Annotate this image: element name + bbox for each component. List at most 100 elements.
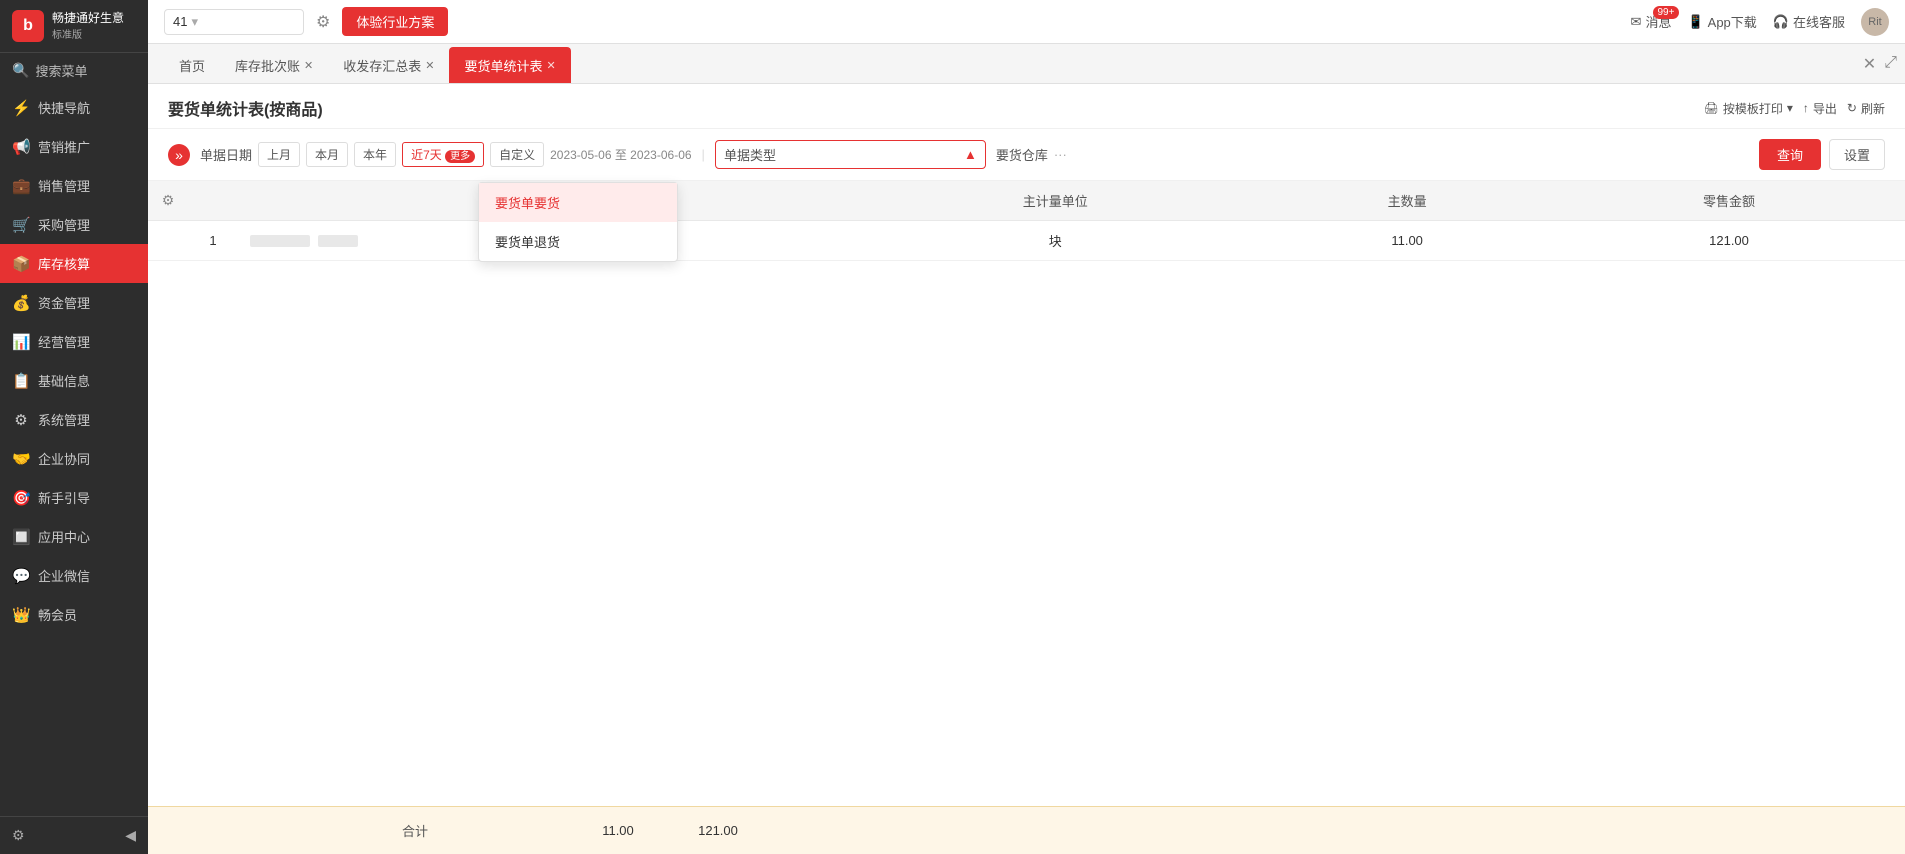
- store-selector[interactable]: 41 ▾: [164, 9, 304, 35]
- sidebar-item-label: 系统管理: [38, 410, 90, 429]
- tab-close-icon[interactable]: ✕: [304, 59, 313, 72]
- row-amount-cell: 121.00: [1553, 221, 1905, 261]
- sales-icon: 💼: [12, 177, 30, 195]
- page-header: 要货单统计表(按商品) 🖨 按模板打印 ▾ ↑ 导出 ↻ 刷新: [148, 84, 1905, 129]
- refresh-icon: ↻: [1847, 101, 1857, 115]
- sidebar-item-label: 营销推广: [38, 137, 90, 156]
- sidebar-item-enterprise[interactable]: 🤝 企业协同: [0, 439, 148, 478]
- online-service-button[interactable]: 🎧 在线客服: [1773, 12, 1845, 31]
- data-table: ⚙ 商品 主计量单位 主数量 零售金额 1: [148, 181, 1905, 261]
- query-button[interactable]: 查询: [1759, 139, 1821, 170]
- date-filter-label: 单据日期: [200, 145, 252, 164]
- row-index-cell: 1: [188, 221, 238, 261]
- table-footer: 合计 11.00 121.00: [148, 806, 1905, 854]
- type-select-arrow[interactable]: ▲: [964, 147, 977, 162]
- current-month-btn[interactable]: 本月: [306, 142, 348, 167]
- page-title: 要货单统计表(按商品): [168, 96, 323, 120]
- topbar: 41 ▾ ⚙ 体验行业方案 ✉ 消息 99+ 📱 App下载 🎧 在线客服: [148, 0, 1905, 44]
- sidebar-item-app-center[interactable]: 🔲 应用中心: [0, 517, 148, 556]
- sidebar-bottom: ⚙ ◀: [0, 816, 148, 854]
- phone-icon: 📱: [1687, 14, 1703, 30]
- tab-home[interactable]: 首页: [164, 47, 220, 83]
- sidebar-item-wechat-biz[interactable]: 💬 企业微信: [0, 556, 148, 595]
- row-unit-cell: 块: [849, 221, 1261, 261]
- dropdown-item-order-return[interactable]: 要货单退货: [479, 222, 677, 261]
- type-select-group: 单据类型 ▲: [715, 140, 986, 169]
- product-code-placeholder: [318, 235, 358, 247]
- date-range-text: 2023-05-06 至 2023-06-06: [550, 146, 691, 163]
- refresh-button[interactable]: ↻ 刷新: [1847, 100, 1885, 117]
- print-button[interactable]: 🖨 按模板打印 ▾: [1704, 100, 1793, 117]
- print-icon: 🖨: [1704, 101, 1719, 115]
- footer-amount-value: 121.00: [668, 819, 768, 842]
- more-badge: 更多: [445, 150, 475, 163]
- marketing-icon: 📢: [12, 138, 30, 156]
- sidebar-item-label: 应用中心: [38, 527, 90, 546]
- settings-button[interactable]: ⚙: [12, 827, 25, 844]
- date-filter-group: 单据日期 上月 本月 本年 近7天 更多 自定义 2023-05-06 至 20…: [200, 142, 692, 167]
- footer-label-cell: [148, 827, 198, 835]
- sidebar-item-base-info[interactable]: 📋 基础信息: [0, 361, 148, 400]
- sidebar-item-label: 库存核算: [38, 254, 90, 273]
- sidebar-item-quick-nav[interactable]: ⚡ 快捷导航: [0, 88, 148, 127]
- sidebar-item-inventory[interactable]: 📦 库存核算: [0, 244, 148, 283]
- current-year-btn[interactable]: 本年: [354, 142, 396, 167]
- column-settings-icon[interactable]: ⚙: [162, 192, 175, 208]
- sidebar-item-label: 基础信息: [38, 371, 90, 390]
- custom-date-btn[interactable]: 自定义: [490, 142, 544, 167]
- app-name: 畅捷通好生意: [52, 11, 124, 27]
- main-area: 41 ▾ ⚙ 体验行业方案 ✉ 消息 99+ 📱 App下载 🎧 在线客服: [148, 0, 1905, 854]
- topbar-left: 41 ▾ ⚙ 体验行业方案: [164, 7, 448, 36]
- tab-close-icon[interactable]: ✕: [425, 59, 434, 72]
- export-label: 导出: [1813, 100, 1837, 117]
- messages-button[interactable]: ✉ 消息 99+: [1631, 12, 1672, 31]
- dropdown-item-order-goods[interactable]: 要货单要货: [479, 183, 677, 222]
- filter-expand-button[interactable]: »: [168, 144, 190, 166]
- table-row: 1 块 11.00 121.00: [148, 221, 1905, 261]
- messages-badge: 99+: [1653, 6, 1680, 19]
- avatar-text: Rit: [1868, 16, 1881, 28]
- user-avatar-area[interactable]: Rit: [1861, 8, 1889, 36]
- col-header-settings: ⚙: [148, 181, 188, 221]
- sidebar: b 畅捷通好生意 标准版 🔍 搜索菜单 ⚡ 快捷导航 📢 营销推广 💼 销售管理…: [0, 0, 148, 854]
- sidebar-item-operations[interactable]: 📊 经营管理: [0, 322, 148, 361]
- sidebar-item-sales[interactable]: 💼 销售管理: [0, 166, 148, 205]
- topbar-right: ✉ 消息 99+ 📱 App下载 🎧 在线客服 Rit: [1631, 8, 1889, 36]
- prev-month-btn[interactable]: 上月: [258, 142, 300, 167]
- app-center-icon: 🔲: [12, 528, 30, 546]
- sidebar-item-marketing[interactable]: 📢 营销推广: [0, 127, 148, 166]
- operations-icon: 📊: [12, 333, 30, 351]
- guide-icon: 🎯: [12, 489, 30, 507]
- col-header-quantity: 主数量: [1261, 181, 1553, 221]
- export-button[interactable]: ↑ 导出: [1803, 100, 1837, 117]
- app-download-button[interactable]: 📱 App下载: [1687, 12, 1756, 31]
- warehouse-dots[interactable]: ···: [1054, 147, 1067, 162]
- type-select-input[interactable]: [782, 147, 958, 162]
- sidebar-item-finance[interactable]: 💰 资金管理: [0, 283, 148, 322]
- sidebar-nav: ⚡ 快捷导航 📢 营销推广 💼 销售管理 🛒 采购管理 📦 库存核算 💰 资金管…: [0, 88, 148, 816]
- trial-button[interactable]: 体验行业方案: [342, 7, 448, 36]
- system-icon: ⚙: [12, 411, 30, 429]
- inventory-icon: 📦: [12, 255, 30, 273]
- store-name: 41: [173, 14, 187, 29]
- collapse-button[interactable]: ◀: [125, 827, 136, 844]
- tab-close-icon[interactable]: ✕: [547, 59, 556, 72]
- tab-receive-summary[interactable]: 收发存汇总表 ✕: [328, 47, 449, 83]
- page-content: 要货单统计表(按商品) 🖨 按模板打印 ▾ ↑ 导出 ↻ 刷新 »: [148, 84, 1905, 854]
- message-icon: ✉: [1631, 14, 1642, 30]
- logo-area: b 畅捷通好生意 标准版: [0, 0, 148, 53]
- sidebar-item-system[interactable]: ⚙ 系统管理: [0, 400, 148, 439]
- search-menu[interactable]: 🔍 搜索菜单: [0, 53, 148, 88]
- sidebar-item-guide[interactable]: 🎯 新手引导: [0, 478, 148, 517]
- expand-window-icon[interactable]: ⤢: [1884, 54, 1897, 74]
- close-window-icon[interactable]: ✕: [1863, 54, 1876, 74]
- topbar-gear-icon[interactable]: ⚙: [316, 12, 330, 32]
- settings-button[interactable]: 设置: [1829, 139, 1885, 170]
- tab-order-stats[interactable]: 要货单统计表 ✕: [449, 47, 570, 83]
- wechat-biz-icon: 💬: [12, 567, 30, 585]
- tab-batch-account[interactable]: 库存批次账 ✕: [220, 47, 328, 83]
- sidebar-item-members[interactable]: 👑 畅会员: [0, 595, 148, 634]
- last7days-btn[interactable]: 近7天 更多: [402, 142, 484, 167]
- sidebar-item-purchase[interactable]: 🛒 采购管理: [0, 205, 148, 244]
- export-icon: ↑: [1803, 101, 1809, 115]
